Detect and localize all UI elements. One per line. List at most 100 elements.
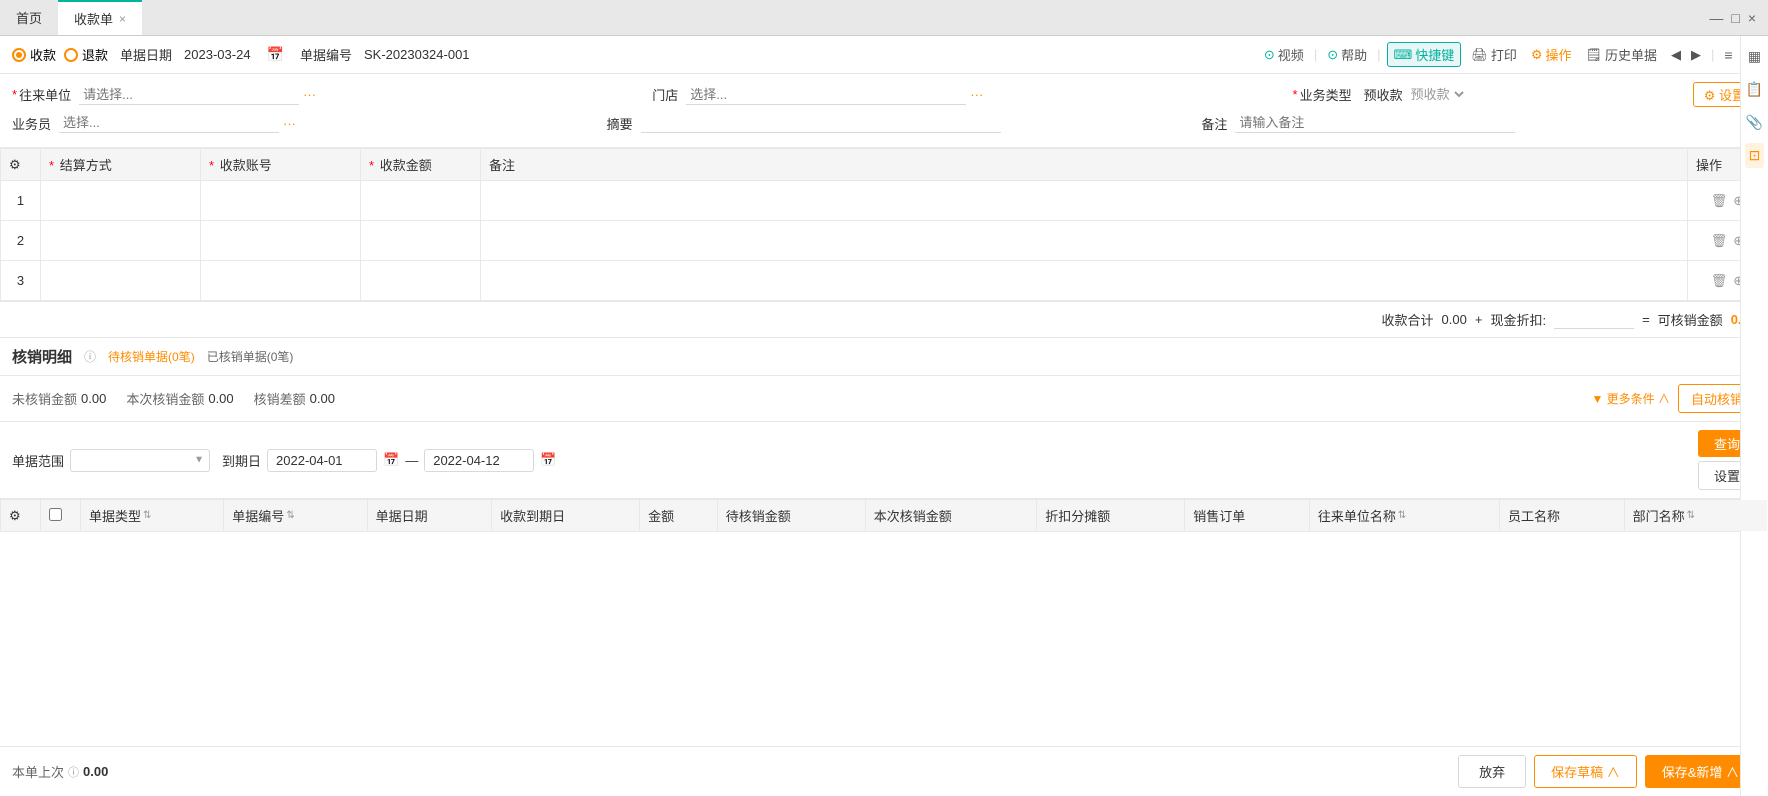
save-draft-btn[interactable]: 保存草稿 ∧ [1534, 755, 1637, 788]
discount-label: 现金折扣: [1490, 310, 1546, 329]
tab-receipt[interactable]: 收款单 × [58, 0, 142, 35]
range-select-wrapper [70, 449, 210, 472]
history-btn[interactable]: 🗒 历史单据 [1582, 43, 1662, 66]
business-type-dropdown[interactable]: 预收款 [1407, 86, 1467, 103]
vth-checkbox[interactable] [41, 500, 81, 532]
date-range-filter: 到期日 📅 — 📅 [222, 449, 556, 472]
date-from-input[interactable] [267, 449, 377, 472]
sidebar-doc-icon[interactable]: 📋 [1742, 77, 1767, 102]
row-2-note[interactable] [481, 221, 1688, 261]
sidebar-expand-icon[interactable]: ⊡ [1745, 143, 1765, 168]
business-required: * [1293, 87, 1298, 102]
radio-tuikuan[interactable]: 退款 [64, 45, 108, 64]
available-label: 可核销金额 [1658, 310, 1723, 329]
counterpart-required: * [12, 87, 17, 102]
row-1-amount[interactable] [361, 181, 481, 221]
row-2-amount[interactable] [361, 221, 481, 261]
summary-field: 摘要 [607, 113, 1162, 133]
close-btn[interactable]: × [1748, 10, 1756, 26]
counterpart-input[interactable] [79, 85, 299, 105]
settings-icon: ⚙ [9, 157, 21, 172]
select-all-checkbox[interactable] [49, 508, 62, 521]
verify-section: 核销明细 ⓘ 待核销单据(0笔) 已核销单据(0笔) 未核销金额 0.00 本次… [0, 338, 1768, 796]
row-3-account[interactable] [201, 261, 361, 301]
vth-number: 单据编号 ⇅ [224, 500, 367, 532]
business-label: 业务类型 [1300, 85, 1352, 104]
row-2-delete-icon[interactable]: 🗑 [1711, 233, 1728, 249]
plus-sign: + [1475, 312, 1483, 327]
row-3-amount[interactable] [361, 261, 481, 301]
sort-counterpart-icon[interactable]: ⇅ [1398, 510, 1406, 521]
radio-tuikuan-label: 退款 [82, 45, 108, 64]
vth-staff: 员工名称 [1500, 500, 1625, 532]
date-to-input[interactable] [424, 449, 534, 472]
form-row-2: 业务员 ··· 摘要 备注 [12, 113, 1756, 133]
nav-left-icon[interactable]: ◀ [1667, 45, 1685, 65]
operation-btn[interactable]: ⚙ 操作 [1527, 43, 1576, 66]
tab-home[interactable]: 首页 [0, 0, 58, 35]
th-settings[interactable]: ⚙ [1, 149, 41, 181]
summary-label: 摘要 [607, 114, 633, 133]
bottom-info-icon[interactable]: ⓘ [68, 764, 79, 780]
staff-input[interactable] [59, 113, 279, 133]
vth-due-date: 收款到期日 [492, 500, 640, 532]
staff-field: 业务员 ··· [12, 113, 567, 133]
calendar-to-icon[interactable]: 📅 [540, 452, 556, 468]
calendar-icon[interactable]: 📅 [263, 44, 288, 65]
radio-group: 收款 退款 [12, 45, 108, 64]
tab-close-icon[interactable]: × [119, 12, 126, 26]
verify-info-icon[interactable]: ⓘ [84, 348, 96, 365]
main-area: 收款 退款 单据日期 2023-03-24 📅 单据编号 SK-20230324… [0, 36, 1768, 796]
store-label: 门店 [652, 85, 678, 104]
range-select[interactable] [70, 449, 210, 472]
row-num-1: 1 [1, 181, 41, 221]
help-btn[interactable]: ⊙ 帮助 [1323, 43, 1371, 66]
nav-right-icon[interactable]: ▶ [1687, 45, 1705, 65]
form-row-1: * 往来单位 ··· 门店 ··· * 业务类型 预收款 [12, 82, 1756, 107]
row-1-method[interactable] [41, 181, 201, 221]
summary-input[interactable] [641, 113, 1001, 133]
row-3-method[interactable] [41, 261, 201, 301]
business-type-value: 预收款 [1360, 83, 1407, 106]
row-3-note[interactable] [481, 261, 1688, 301]
sort-dept-icon[interactable]: ⇅ [1687, 510, 1695, 521]
verify-table: ⚙ 单据类型 ⇅ 单据编号 [0, 499, 1768, 532]
row-1-note[interactable] [481, 181, 1688, 221]
bottom-bar: 本单上次 ⓘ 0.00 放弃 保存草稿 ∧ 保存&新增 ∧ [0, 746, 1768, 796]
shortcut-btn[interactable]: ⌨ 快捷键 [1387, 42, 1462, 67]
row-1-account[interactable] [201, 181, 361, 221]
counterpart-field: * 往来单位 ··· [12, 85, 612, 105]
sidebar-attach-icon[interactable]: 📎 [1742, 110, 1767, 135]
list-icon[interactable]: ≡ [1720, 43, 1736, 67]
store-input[interactable] [686, 85, 966, 105]
more-conditions-btn[interactable]: ▼ 更多条件 ∧ [1591, 390, 1670, 407]
number-label: 单据编号 [300, 45, 352, 64]
remark-input[interactable] [1235, 113, 1515, 133]
vth-counterpart: 往来单位名称 ⇅ [1309, 500, 1499, 532]
verify-tab-pending[interactable]: 待核销单据(0笔) [108, 348, 195, 365]
maximize-btn[interactable]: □ [1731, 10, 1739, 26]
row-1-delete-icon[interactable]: 🗑 [1711, 193, 1728, 209]
discard-btn[interactable]: 放弃 [1458, 755, 1526, 788]
row-2-method[interactable] [41, 221, 201, 261]
vth-settings[interactable]: ⚙ [1, 500, 41, 532]
calendar-from-icon[interactable]: 📅 [383, 452, 399, 468]
discount-input[interactable] [1554, 311, 1634, 329]
video-btn[interactable]: ⊙ 视频 [1260, 43, 1308, 66]
counterpart-dots[interactable]: ··· [299, 87, 320, 102]
sort-number-icon[interactable]: ⇅ [286, 510, 294, 521]
vth-discount: 折扣分摊额 [1037, 500, 1185, 532]
minimize-btn[interactable]: — [1709, 10, 1723, 26]
row-3-delete-icon[interactable]: 🗑 [1711, 273, 1728, 289]
th-amount: * 收款金额 [361, 149, 481, 181]
range-filter: 单据范围 [12, 449, 210, 472]
print-btn[interactable]: 🖨 打印 [1467, 43, 1521, 66]
row-2-account[interactable] [201, 221, 361, 261]
store-dots[interactable]: ··· [966, 87, 987, 102]
verify-tab-done[interactable]: 已核销单据(0笔) [207, 348, 294, 365]
radio-shoukuan[interactable]: 收款 [12, 45, 56, 64]
staff-dots[interactable]: ··· [279, 116, 300, 131]
sort-type-icon[interactable]: ⇅ [143, 510, 151, 521]
unchecked-label: 未核销金额 [12, 389, 77, 408]
sidebar-table-icon[interactable]: ▦ [1744, 44, 1765, 69]
